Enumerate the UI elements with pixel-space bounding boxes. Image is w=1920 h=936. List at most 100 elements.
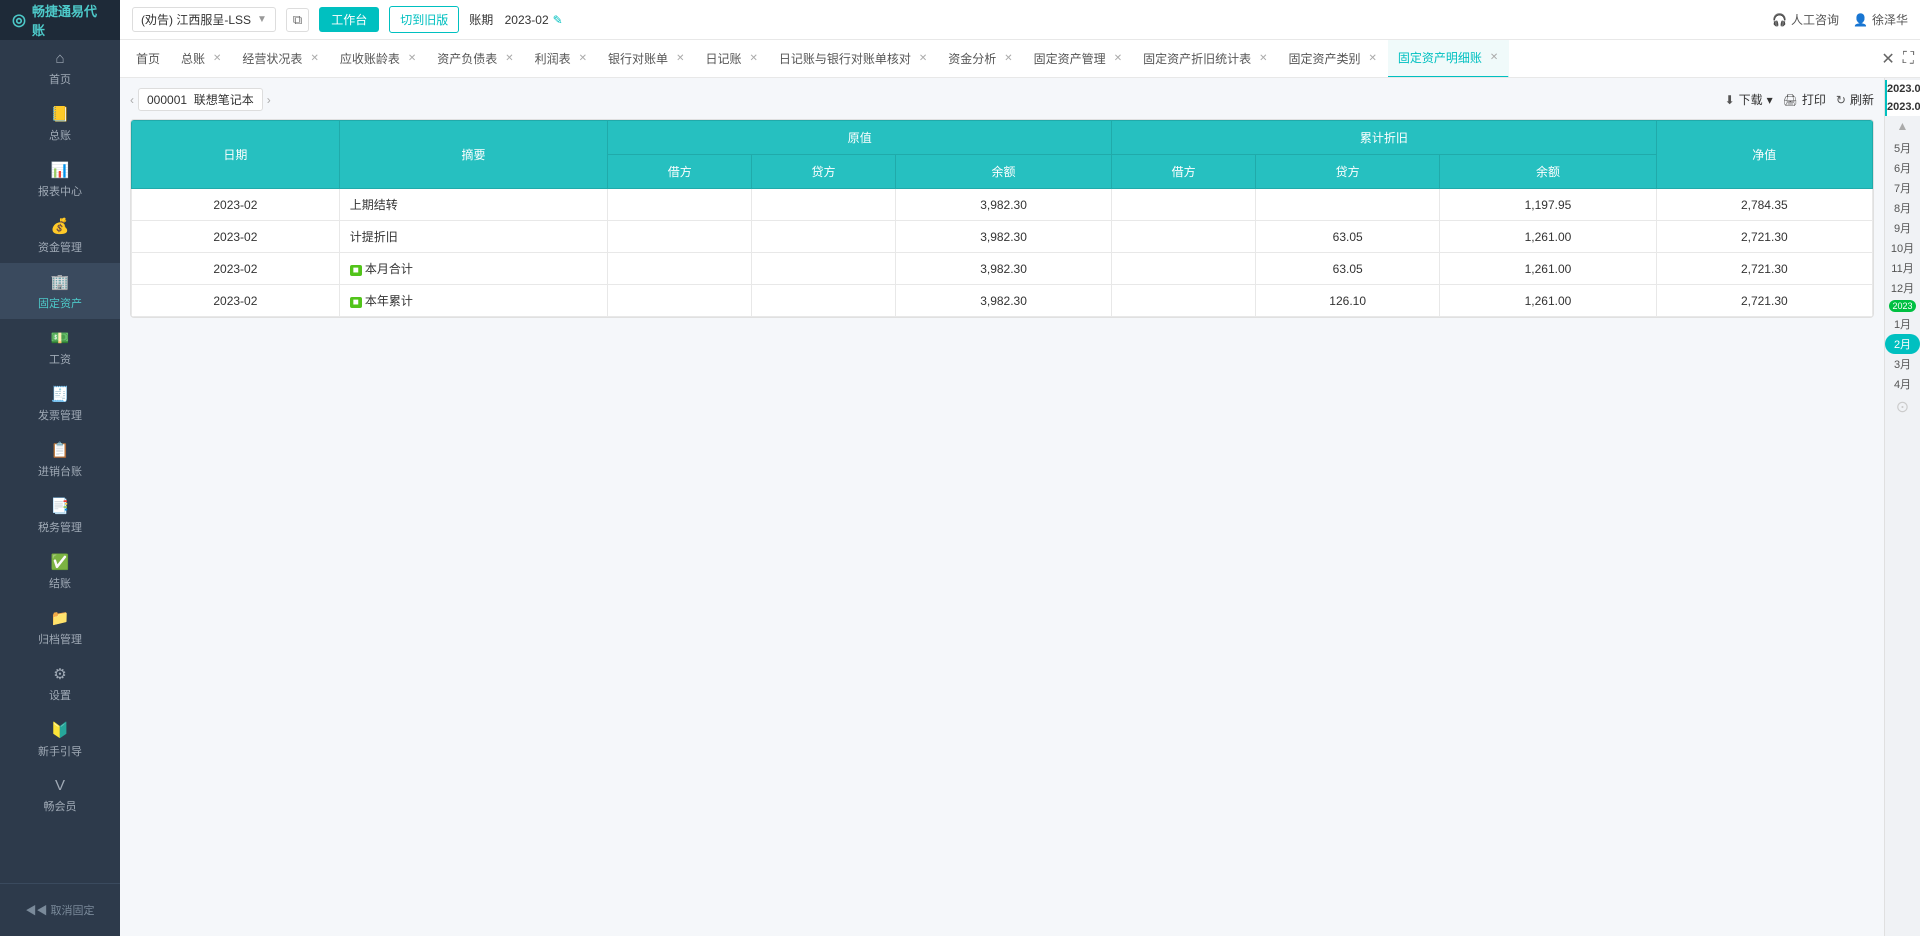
tab-fixed-mgmt-close[interactable]: ✕ bbox=[1114, 53, 1122, 64]
sidebar-item-label: 资金管理 bbox=[38, 239, 82, 255]
tab-balance-sheet-label: 资产负债表 bbox=[437, 50, 497, 67]
sidebar-item-label: 报表中心 bbox=[38, 183, 82, 199]
sidebar-item-invoice[interactable]: 🧾 发票管理 bbox=[0, 375, 120, 431]
tab-ar-aging-close[interactable]: ✕ bbox=[408, 53, 416, 64]
sidebar-item-closing[interactable]: ✅ 结账 bbox=[0, 543, 120, 599]
tab-fund-analysis-label: 资金分析 bbox=[948, 50, 996, 67]
th-accumulated-depreciation: 累计折旧 bbox=[1112, 121, 1656, 155]
rp-year-badge: 2023 bbox=[1889, 300, 1915, 312]
sidebar-item-guide[interactable]: 🔰 新手引导 bbox=[0, 711, 120, 767]
sidebar-item-label: 设置 bbox=[49, 687, 71, 703]
cell-date: 2023-02 bbox=[132, 221, 340, 253]
refresh-button[interactable]: ↻ 刷新 bbox=[1836, 91, 1874, 108]
sidebar-item-ledger[interactable]: 📒 总账 bbox=[0, 95, 120, 151]
table-row: 2023-02 计提折旧 3,982.30 63.05 1,261.00 2,7… bbox=[132, 221, 1873, 253]
switch-version-button[interactable]: 切到旧版 bbox=[389, 6, 459, 33]
sidebar-item-member[interactable]: V 畅会员 bbox=[0, 767, 120, 822]
cell-date: 2023-02 bbox=[132, 253, 340, 285]
rp-more-dot[interactable]: ⊙ bbox=[1896, 394, 1909, 420]
cell-orig-credit bbox=[752, 221, 896, 253]
tab-ledger-close[interactable]: ✕ bbox=[213, 53, 221, 64]
tab-fixed-detail[interactable]: 固定资产明细账 ✕ bbox=[1388, 40, 1509, 78]
user-avatar[interactable]: 👤 徐泽华 bbox=[1853, 11, 1908, 28]
cell-date: 2023-02 bbox=[132, 285, 340, 317]
payroll-icon: 💵 bbox=[51, 329, 70, 347]
tab-ar-aging[interactable]: 应收账龄表 ✕ bbox=[330, 40, 427, 78]
period-edit-icon[interactable]: ✎ bbox=[553, 13, 563, 27]
table-header-row1: 日期 摘要 原值 累计折旧 净值 bbox=[132, 121, 1873, 155]
rp-month-11[interactable]: 11月 bbox=[1885, 258, 1920, 278]
cell-accum-credit: 126.10 bbox=[1256, 285, 1440, 317]
tab-bank-statement-close[interactable]: ✕ bbox=[676, 53, 684, 64]
tab-balance-sheet-close[interactable]: ✕ bbox=[505, 53, 513, 64]
copy-button[interactable]: ⧉ bbox=[286, 8, 309, 32]
rp-month-5[interactable]: 5月 bbox=[1885, 138, 1920, 158]
rp-scroll-up[interactable]: ▲ bbox=[1897, 116, 1909, 136]
tab-fixed-category-close[interactable]: ✕ bbox=[1369, 53, 1377, 64]
sidebar-item-archive[interactable]: 📁 归档管理 bbox=[0, 599, 120, 655]
rp-year-top[interactable]: 2023.02 bbox=[1885, 80, 1920, 98]
sidebar-item-fund[interactable]: 💰 资金管理 bbox=[0, 207, 120, 263]
tab-profit-close[interactable]: ✕ bbox=[579, 53, 587, 64]
rp-month-1[interactable]: 1月 bbox=[1885, 314, 1920, 334]
fund-icon: 💰 bbox=[51, 217, 70, 235]
rp-month-3[interactable]: 3月 bbox=[1885, 354, 1920, 374]
tab-depreciation-stats[interactable]: 固定资产折旧统计表 ✕ bbox=[1133, 40, 1278, 78]
print-button[interactable]: 🖨 打印 bbox=[1783, 91, 1826, 108]
maximize-icon[interactable]: ⛶ bbox=[1903, 50, 1914, 68]
bc-forward-icon[interactable]: › bbox=[267, 93, 271, 107]
tab-fixed-category[interactable]: 固定资产类别 ✕ bbox=[1278, 40, 1387, 78]
bc-back-icon[interactable]: ‹ bbox=[130, 93, 134, 107]
tab-fund-analysis-close[interactable]: ✕ bbox=[1004, 53, 1012, 64]
tab-bank-reconcile[interactable]: 日记账与银行对账单核对 ✕ bbox=[769, 40, 938, 78]
workbench-button[interactable]: 工作台 bbox=[319, 7, 379, 32]
cell-summary: 上期结转 bbox=[339, 189, 608, 221]
sidebar-item-home[interactable]: ⌂ 首页 bbox=[0, 40, 120, 95]
tab-depreciation-stats-label: 固定资产折旧统计表 bbox=[1143, 50, 1251, 67]
rp-month-2-active[interactable]: 2月 bbox=[1885, 334, 1920, 354]
row-tag: ■ bbox=[350, 265, 362, 276]
fixed-assets-icon: 🏢 bbox=[51, 273, 70, 291]
rp-month-7[interactable]: 7月 bbox=[1885, 178, 1920, 198]
download-button[interactable]: ⬇ 下载 ▾ bbox=[1725, 91, 1773, 108]
rp-month-4[interactable]: 4月 bbox=[1885, 374, 1920, 394]
rp-month-10[interactable]: 10月 bbox=[1885, 238, 1920, 258]
company-selector[interactable]: (劝告) 江西服呈-LSS ▼ bbox=[132, 7, 276, 32]
sidebar-pin-button[interactable]: ◀◀ 取消固定 bbox=[0, 894, 120, 926]
sidebar-item-payroll[interactable]: 💵 工资 bbox=[0, 319, 120, 375]
rp-month-8[interactable]: 8月 bbox=[1885, 198, 1920, 218]
tab-journal-close[interactable]: ✕ bbox=[749, 53, 757, 64]
table-row: 2023-02 上期结转 3,982.30 1,197.95 2,784.35 bbox=[132, 189, 1873, 221]
sidebar: ◎ 畅捷通易代账 ⌂ 首页 📒 总账 📊 报表中心 💰 资金管理 🏢 固定资产 … bbox=[0, 0, 120, 936]
row-tag: ■ bbox=[350, 297, 362, 308]
sidebar-item-tax[interactable]: 📑 税务管理 bbox=[0, 487, 120, 543]
sidebar-item-reports[interactable]: 📊 报表中心 bbox=[0, 151, 120, 207]
sidebar-item-settings[interactable]: ⚙ 设置 bbox=[0, 655, 120, 711]
tab-depreciation-stats-close[interactable]: ✕ bbox=[1259, 53, 1267, 64]
rp-year-second[interactable]: 2023.02 bbox=[1885, 98, 1920, 116]
rp-month-12[interactable]: 12月 bbox=[1885, 278, 1920, 298]
th-net-value: 净值 bbox=[1656, 121, 1872, 189]
tab-home[interactable]: 首页 bbox=[126, 40, 171, 78]
sidebar-item-sales[interactable]: 📋 进销台账 bbox=[0, 431, 120, 487]
rp-month-6[interactable]: 6月 bbox=[1885, 158, 1920, 178]
tab-journal[interactable]: 日记账 ✕ bbox=[695, 40, 768, 78]
close-all-icon[interactable]: ✕ bbox=[1881, 49, 1894, 69]
nav-row: ‹ 000001 联想笔记本 › ⬇ 下载 ▾ 🖨 打印 bbox=[130, 88, 1874, 111]
user-service[interactable]: 🎧 人工咨询 bbox=[1772, 11, 1839, 28]
tab-balance-sheet[interactable]: 资产负债表 ✕ bbox=[427, 40, 524, 78]
rp-month-9[interactable]: 9月 bbox=[1885, 218, 1920, 238]
tab-profit[interactable]: 利润表 ✕ bbox=[525, 40, 598, 78]
invoice-icon: 🧾 bbox=[51, 385, 70, 403]
cell-summary: ■本年累计 bbox=[339, 285, 608, 317]
table-row: 2023-02 ■本月合计 3,982.30 63.05 1,261.00 2,… bbox=[132, 253, 1873, 285]
tab-business-status-close[interactable]: ✕ bbox=[310, 53, 318, 64]
tab-business-status[interactable]: 经营状况表 ✕ bbox=[232, 40, 329, 78]
tab-bank-reconcile-close[interactable]: ✕ bbox=[919, 53, 927, 64]
sidebar-item-fixed-assets[interactable]: 🏢 固定资产 bbox=[0, 263, 120, 319]
tab-fixed-detail-close[interactable]: ✕ bbox=[1490, 52, 1498, 63]
tab-fund-analysis[interactable]: 资金分析 ✕ bbox=[938, 40, 1023, 78]
tab-fixed-mgmt[interactable]: 固定资产管理 ✕ bbox=[1024, 40, 1133, 78]
tab-bank-statement[interactable]: 银行对账单 ✕ bbox=[598, 40, 695, 78]
tab-ledger[interactable]: 总账 ✕ bbox=[171, 40, 232, 78]
